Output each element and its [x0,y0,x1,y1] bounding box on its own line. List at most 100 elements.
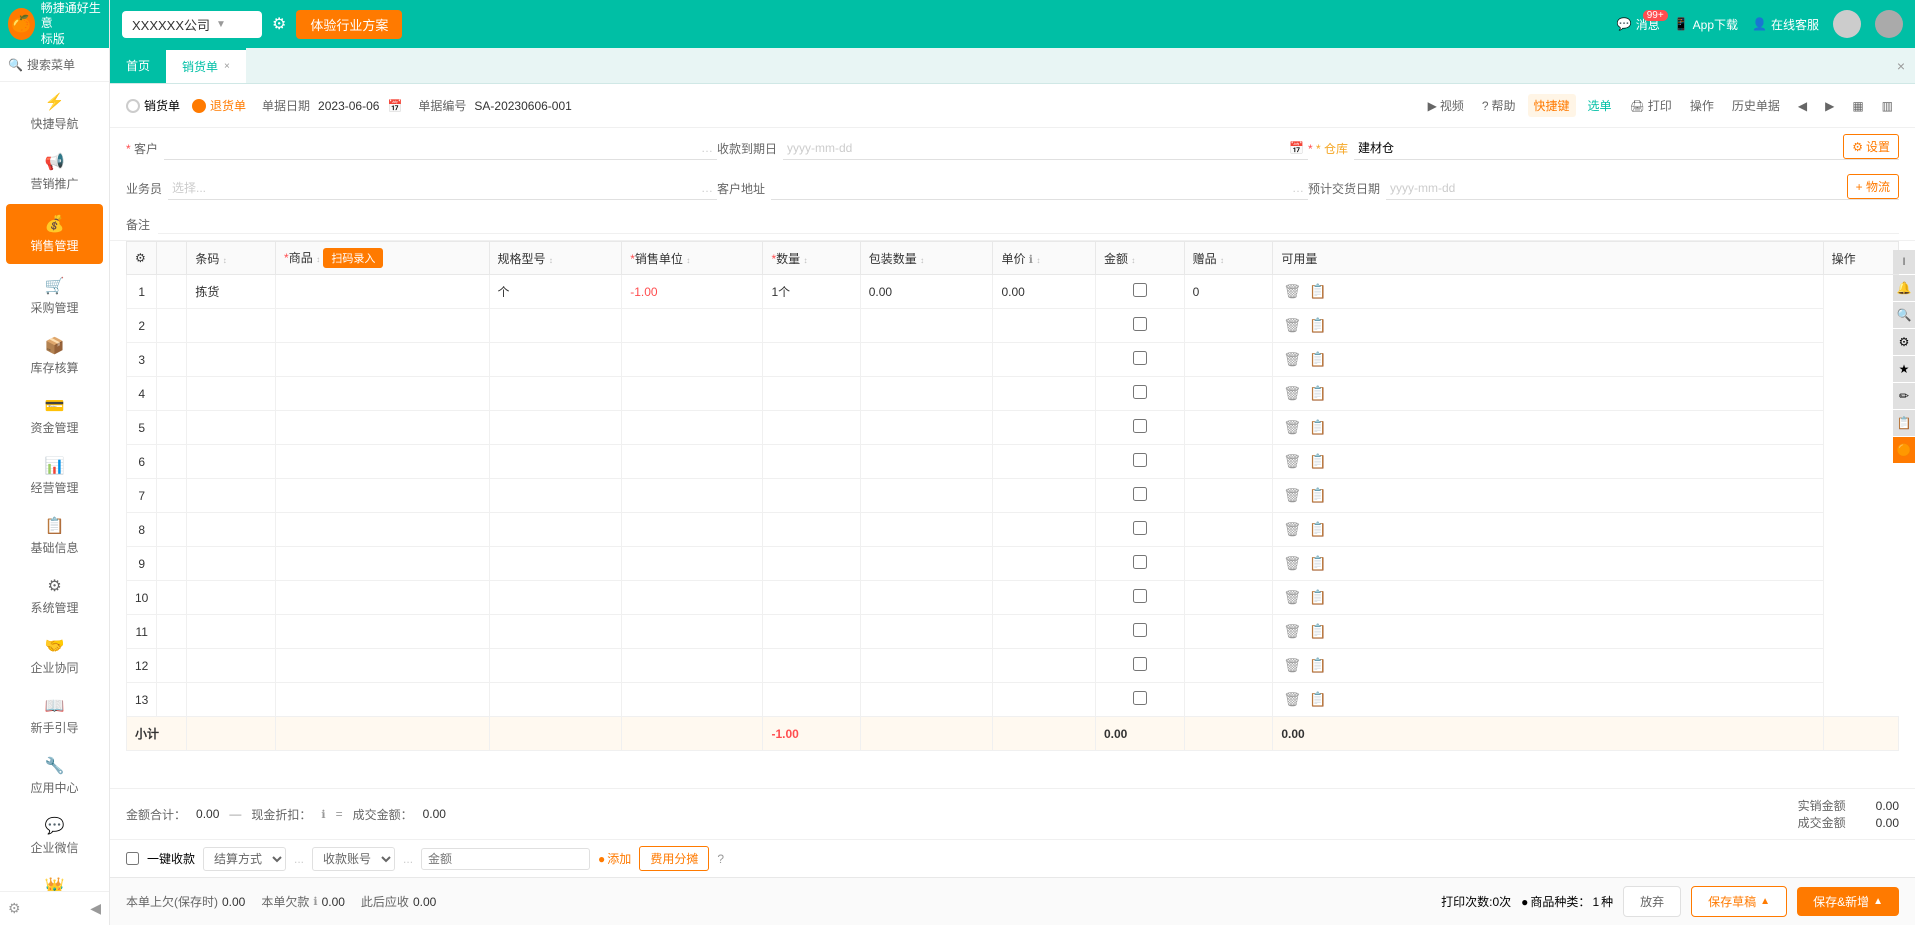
row-price[interactable] [860,377,993,411]
expected-date-input[interactable]: yyyy-mm-dd 📅 [1386,176,1899,200]
sidebar-item-management[interactable]: 📊 经营管理 [0,446,109,506]
row-barcode[interactable] [157,581,187,615]
row-amount[interactable] [993,581,1096,615]
scan-btn[interactable]: 扫码录入 [323,248,383,268]
row-amount[interactable] [993,309,1096,343]
copy-row-btn[interactable]: 📋 [1307,622,1328,641]
right-sidebar-btn-2[interactable]: 🔔 [1893,275,1915,301]
operation-btn[interactable]: 操作 [1684,94,1720,117]
copy-row-btn[interactable]: 📋 [1307,452,1328,471]
collapse-icon[interactable]: ◀ [90,900,101,917]
app-download-btn[interactable]: 📱 App下载 [1674,16,1738,33]
row-price[interactable]: 0.00 [860,275,993,309]
row-unit[interactable]: 个 [489,275,622,309]
row-spec[interactable] [276,683,489,717]
row-gift[interactable] [1095,377,1184,411]
copy-row-btn[interactable]: 📋 [1307,418,1328,437]
sidebar-item-member[interactable]: 👑 畅会员 [0,866,109,891]
row-price[interactable] [860,479,993,513]
delete-row-btn[interactable]: 🗑 [1281,316,1303,335]
sidebar-item-wechat[interactable]: 💬 企业微信 [0,806,109,866]
experience-btn[interactable]: 体验行业方案 [296,10,402,39]
row-price[interactable] [860,683,993,717]
delete-row-btn[interactable]: 🗑 [1281,520,1303,539]
copy-row-btn[interactable]: 📋 [1307,520,1328,539]
prev-page-btn[interactable]: ◀ [1792,96,1813,116]
logistics-btn[interactable]: + 物流 [1847,174,1899,199]
row-price[interactable] [860,581,993,615]
print-btn[interactable]: 🖨 打印 [1624,94,1678,117]
row-amount[interactable] [993,513,1096,547]
row-product[interactable] [187,479,276,513]
sidebar-item-purchase[interactable]: 🛒 采购管理 [0,266,109,326]
payment-method-select[interactable]: 结算方式 [203,847,286,871]
delete-row-btn[interactable]: 🗑 [1281,282,1303,301]
row-unit[interactable] [489,615,622,649]
radio-sales-order[interactable]: 销货单 [126,97,180,114]
row-amount[interactable] [993,445,1096,479]
row-spec[interactable] [276,309,489,343]
row-spec[interactable] [276,377,489,411]
row-spec[interactable] [276,513,489,547]
right-sidebar-btn-7[interactable]: 📋 [1893,410,1915,436]
message-btn[interactable]: 💬 消息 99+ [1617,16,1660,33]
row-product[interactable] [187,547,276,581]
copy-row-btn[interactable]: 📋 [1307,384,1328,403]
row-price[interactable] [860,411,993,445]
customer-input[interactable]: … [164,136,717,160]
row-barcode[interactable] [157,615,187,649]
row-pack-qty[interactable]: 1个 [763,275,860,309]
row-amount[interactable] [993,479,1096,513]
row-unit[interactable] [489,683,622,717]
copy-row-btn[interactable]: 📋 [1307,554,1328,573]
row-price[interactable] [860,615,993,649]
row-spec[interactable] [276,581,489,615]
row-gift[interactable] [1095,411,1184,445]
notes-input[interactable] [158,214,1899,234]
row-qty[interactable] [622,547,763,581]
row-amount[interactable] [993,377,1096,411]
grid-view1-btn[interactable]: ▦ [1846,96,1869,116]
row-barcode[interactable] [157,649,187,683]
row-gift[interactable] [1095,615,1184,649]
row-gift[interactable] [1095,309,1184,343]
topbar-gear-icon[interactable]: ⚙ [272,14,286,34]
row-qty[interactable] [622,377,763,411]
delete-row-btn[interactable]: 🗑 [1281,418,1303,437]
row-pack-qty[interactable] [763,513,860,547]
save-draft-btn[interactable]: 保存草稿 ▲ [1691,886,1787,917]
row-unit[interactable] [489,581,622,615]
row-unit[interactable] [489,649,622,683]
delete-row-btn[interactable]: 🗑 [1281,350,1303,369]
row-spec[interactable] [276,479,489,513]
row-qty[interactable] [622,581,763,615]
select-btn[interactable]: 选单 [1582,94,1618,117]
row-product[interactable] [187,411,276,445]
row-gift[interactable] [1095,445,1184,479]
row-product[interactable] [187,445,276,479]
row-spec[interactable] [276,445,489,479]
date-calendar-icon[interactable]: 📅 [387,99,402,113]
row-unit[interactable] [489,343,622,377]
row-pack-qty[interactable] [763,309,860,343]
row-amount[interactable] [993,649,1096,683]
tab-home[interactable]: 首页 [110,48,166,83]
col-gear-icon[interactable]: ⚙ [135,251,146,265]
payment-help-icon[interactable]: ? [717,852,724,866]
row-amount[interactable] [993,343,1096,377]
row-barcode[interactable] [157,445,187,479]
row-product[interactable] [187,513,276,547]
expense-split-btn[interactable]: 费用分摊 [639,846,709,871]
row-barcode[interactable] [157,513,187,547]
next-page-btn[interactable]: ▶ [1819,96,1840,116]
tab-close-icon[interactable]: × [224,61,230,72]
delete-row-btn[interactable]: 🗑 [1281,690,1303,709]
row-barcode[interactable] [157,683,187,717]
row-qty[interactable] [622,479,763,513]
sidebar-item-basic-info[interactable]: 📋 基础信息 [0,506,109,566]
row-pack-qty[interactable] [763,649,860,683]
sidebar-item-inventory[interactable]: 📦 库存核算 [0,326,109,386]
row-unit[interactable] [489,411,622,445]
row-pack-qty[interactable] [763,581,860,615]
row-spec[interactable] [276,411,489,445]
